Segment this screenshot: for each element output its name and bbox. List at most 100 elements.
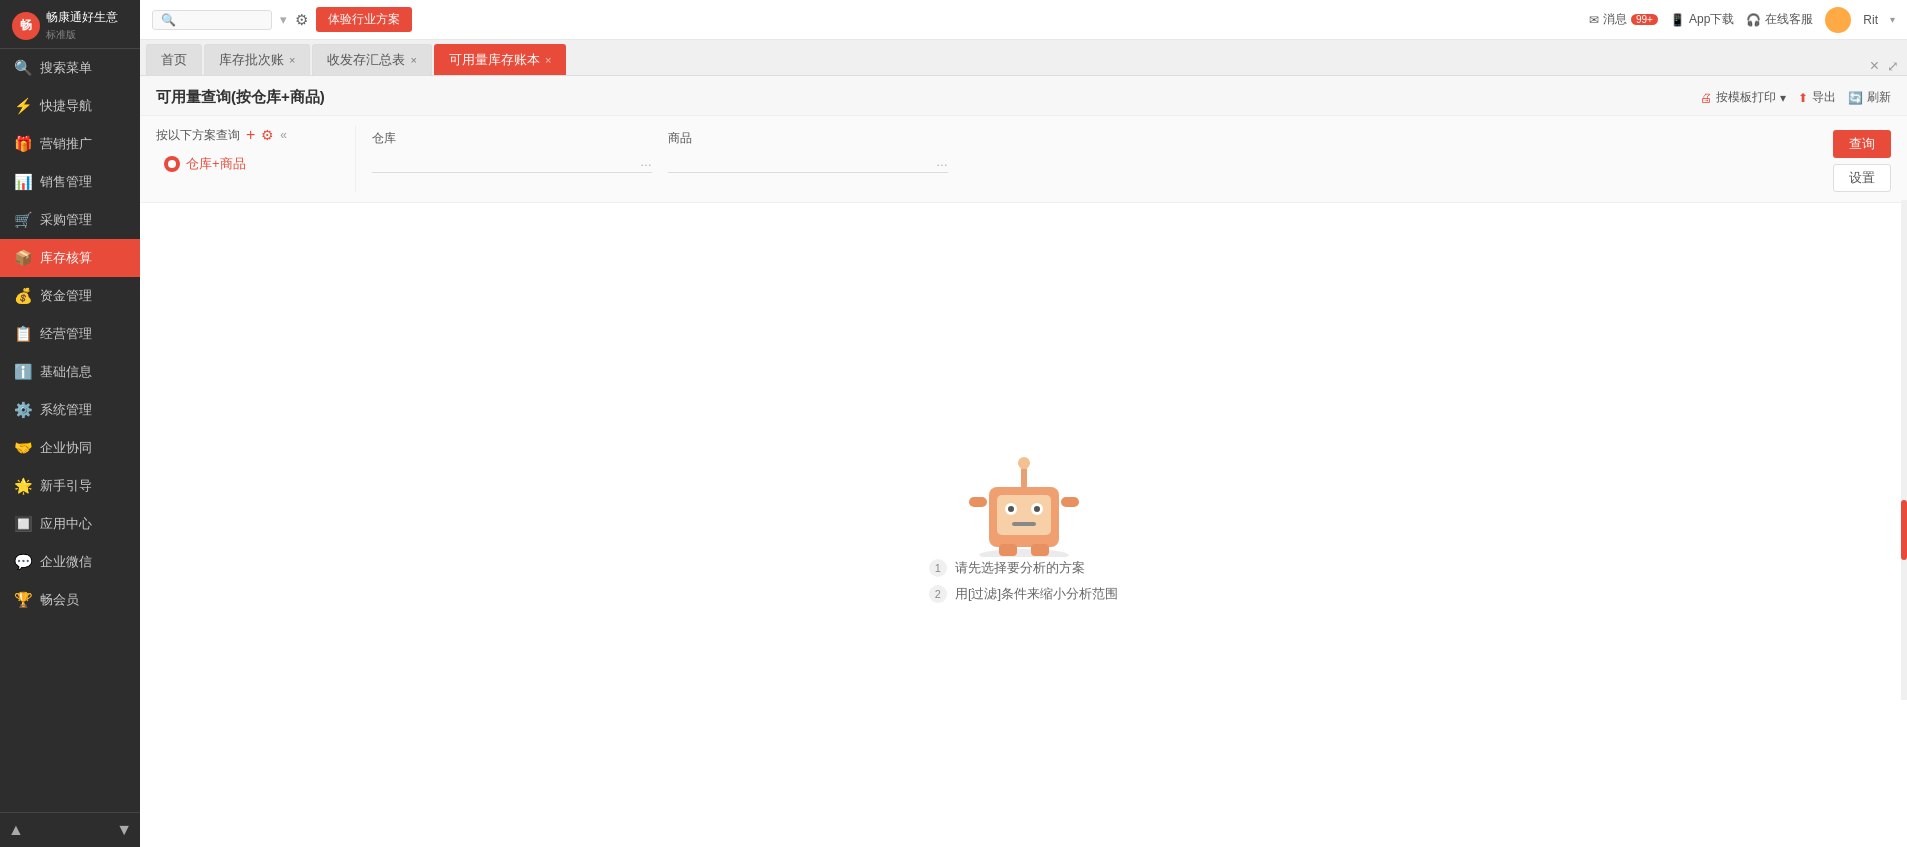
sidebar-item-label: 企业协同 <box>40 439 92 457</box>
sidebar-item-quicknav[interactable]: ⚡ 快捷导航 <box>0 87 140 125</box>
scrollbar-thumb[interactable] <box>1901 500 1907 560</box>
message-badge: 99+ <box>1631 14 1658 25</box>
gear-icon[interactable]: ⚙ <box>295 11 308 29</box>
query-panel: 按以下方案查询 + ⚙ « 仓库+商品 仓库 … <box>140 116 1907 203</box>
print-label: 按模板打印 <box>1716 89 1776 106</box>
management-icon: 📋 <box>14 325 32 343</box>
search-icon: 🔍 <box>161 13 176 27</box>
tab-close-icon[interactable]: × <box>410 54 416 66</box>
scheme-item-warehouse-goods[interactable]: 仓库+商品 <box>156 150 339 178</box>
brand-icon: 畅 <box>12 12 40 40</box>
sidebar-item-member[interactable]: 🏆 畅会员 <box>0 581 140 619</box>
tab-close-window-btn[interactable]: × <box>1870 57 1879 75</box>
tab-inventory-batch[interactable]: 库存批次账 × <box>204 44 310 75</box>
sidebar-footer: ▲ ▼ <box>0 812 140 847</box>
sidebar-item-marketing[interactable]: 🎁 营销推广 <box>0 125 140 163</box>
warehouse-input[interactable] <box>372 154 636 169</box>
tab-expand-btn[interactable]: ⤢ <box>1887 58 1899 74</box>
tab-available-stock[interactable]: 可用量库存账本 × <box>434 44 566 75</box>
tip-num-2: 2 <box>929 585 947 603</box>
export-label: 导出 <box>1812 89 1836 106</box>
headset-icon: 🎧 <box>1746 13 1761 27</box>
sidebar-item-search[interactable]: 🔍 搜索菜单 <box>0 49 140 87</box>
goods-label: 商品 <box>668 130 948 147</box>
sidebar-item-system[interactable]: ⚙️ 系统管理 <box>0 391 140 429</box>
online-service-btn[interactable]: 🎧 在线客服 <box>1746 11 1813 28</box>
scheme-settings-btn[interactable]: ⚙ <box>261 127 274 143</box>
tip-text-2: 用[过滤]条件来缩小分析范围 <box>955 585 1118 603</box>
goods-more-btn[interactable]: … <box>936 155 948 169</box>
svg-point-1 <box>979 549 1069 557</box>
search-icon: 🔍 <box>14 59 32 77</box>
refresh-label: 刷新 <box>1867 89 1891 106</box>
add-scheme-btn[interactable]: + <box>246 126 255 144</box>
goods-input[interactable] <box>668 154 932 169</box>
refresh-btn[interactable]: 🔄 刷新 <box>1848 89 1891 106</box>
tabs-bar: 首页 库存批次账 × 收发存汇总表 × 可用量库存账本 × × ⤢ <box>140 40 1907 76</box>
tab-available-stock-label: 可用量库存账本 <box>449 51 540 69</box>
sidebar-item-finance[interactable]: 💰 资金管理 <box>0 277 140 315</box>
tab-receive-summary[interactable]: 收发存汇总表 × <box>312 44 431 75</box>
tab-receive-summary-label: 收发存汇总表 <box>327 51 405 69</box>
query-fields: 仓库 … 商品 … 查询 设置 <box>372 126 1891 192</box>
search-input[interactable] <box>180 13 260 27</box>
sidebar-scroll-down-btn[interactable]: ▼ <box>116 821 132 839</box>
online-service-label: 在线客服 <box>1765 11 1813 28</box>
page-header: 可用量查询(按仓库+商品) 🖨 按模板打印 ▾ ⬆ 导出 🔄 刷新 <box>140 76 1907 116</box>
sidebar-item-guide[interactable]: 🌟 新手引导 <box>0 467 140 505</box>
print-dropdown-arrow[interactable]: ▾ <box>1780 91 1786 105</box>
sidebar: 畅 畅康通好生意 标准版 🔍 搜索菜单 ⚡ 快捷导航 🎁 营销推广 📊 销售管理… <box>0 0 140 847</box>
print-icon: 🖨 <box>1700 91 1712 105</box>
tab-inventory-batch-label: 库存批次账 <box>219 51 284 69</box>
svg-rect-8 <box>1012 522 1036 526</box>
mobile-icon: 📱 <box>1670 13 1685 27</box>
settings-button[interactable]: 设置 <box>1833 164 1891 192</box>
empty-state: 1 请先选择要分析的方案 2 用[过滤]条件来缩小分析范围 <box>140 203 1907 847</box>
sidebar-item-inventory[interactable]: 📦 库存核算 <box>0 239 140 277</box>
sidebar-item-purchase[interactable]: 🛒 采购管理 <box>0 201 140 239</box>
tip-1: 1 请先选择要分析的方案 <box>929 559 1118 577</box>
page-header-actions: 🖨 按模板打印 ▾ ⬆ 导出 🔄 刷新 <box>1700 89 1891 106</box>
message-icon: ✉ <box>1589 13 1599 27</box>
sidebar-item-appcenter[interactable]: 🔲 应用中心 <box>0 505 140 543</box>
warehouse-more-btn[interactable]: … <box>640 155 652 169</box>
svg-point-5 <box>1008 506 1014 512</box>
user-dropdown-arrow[interactable]: ▾ <box>1890 14 1895 25</box>
sidebar-item-label: 资金管理 <box>40 287 92 305</box>
message-btn[interactable]: ✉ 消息 99+ <box>1589 11 1658 28</box>
query-scheme-panel: 按以下方案查询 + ⚙ « 仓库+商品 <box>156 126 356 192</box>
right-scrollbar[interactable] <box>1901 200 1907 700</box>
svg-rect-3 <box>997 495 1051 535</box>
avatar <box>1825 7 1851 33</box>
sidebar-item-label: 企业微信 <box>40 553 92 571</box>
sidebar-brand: 畅 畅康通好生意 标准版 <box>12 10 128 42</box>
tab-close-icon[interactable]: × <box>289 54 295 66</box>
topbar: 🔍 ▾ ⚙ 体验行业方案 ✉ 消息 99+ 📱 App下载 🎧 在线客服 Rit… <box>140 0 1907 40</box>
sidebar-item-basic-info[interactable]: ℹ️ 基础信息 <box>0 353 140 391</box>
tab-home[interactable]: 首页 <box>146 44 202 75</box>
tab-close-icon[interactable]: × <box>545 54 551 66</box>
wechat-icon: 💬 <box>14 553 32 571</box>
export-btn[interactable]: ⬆ 导出 <box>1798 89 1836 106</box>
query-action-buttons: 查询 设置 <box>1833 130 1891 192</box>
robot-svg <box>964 447 1084 557</box>
sidebar-item-enterprise[interactable]: 🤝 企业协同 <box>0 429 140 467</box>
scheme-item-icon <box>164 156 180 172</box>
sidebar-item-label: 新手引导 <box>40 477 92 495</box>
topbar-dropdown-arrow[interactable]: ▾ <box>280 12 287 27</box>
cart-icon: 🛒 <box>14 211 32 229</box>
print-btn[interactable]: 🖨 按模板打印 ▾ <box>1700 89 1786 106</box>
member-icon: 🏆 <box>14 591 32 609</box>
sidebar-scroll-up-btn[interactable]: ▲ <box>8 821 24 839</box>
sidebar-item-sales[interactable]: 📊 销售管理 <box>0 163 140 201</box>
trial-btn[interactable]: 体验行业方案 <box>316 7 412 32</box>
page-title: 可用量查询(按仓库+商品) <box>156 88 325 107</box>
sidebar-item-management[interactable]: 📋 经营管理 <box>0 315 140 353</box>
app-download-btn[interactable]: 📱 App下载 <box>1670 11 1734 28</box>
svg-point-7 <box>1034 506 1040 512</box>
query-button[interactable]: 查询 <box>1833 130 1891 158</box>
goods-input-box: … <box>668 151 948 173</box>
sidebar-item-wechat[interactable]: 💬 企业微信 <box>0 543 140 581</box>
sidebar-item-label: 采购管理 <box>40 211 92 229</box>
collapse-btn[interactable]: « <box>280 128 287 142</box>
